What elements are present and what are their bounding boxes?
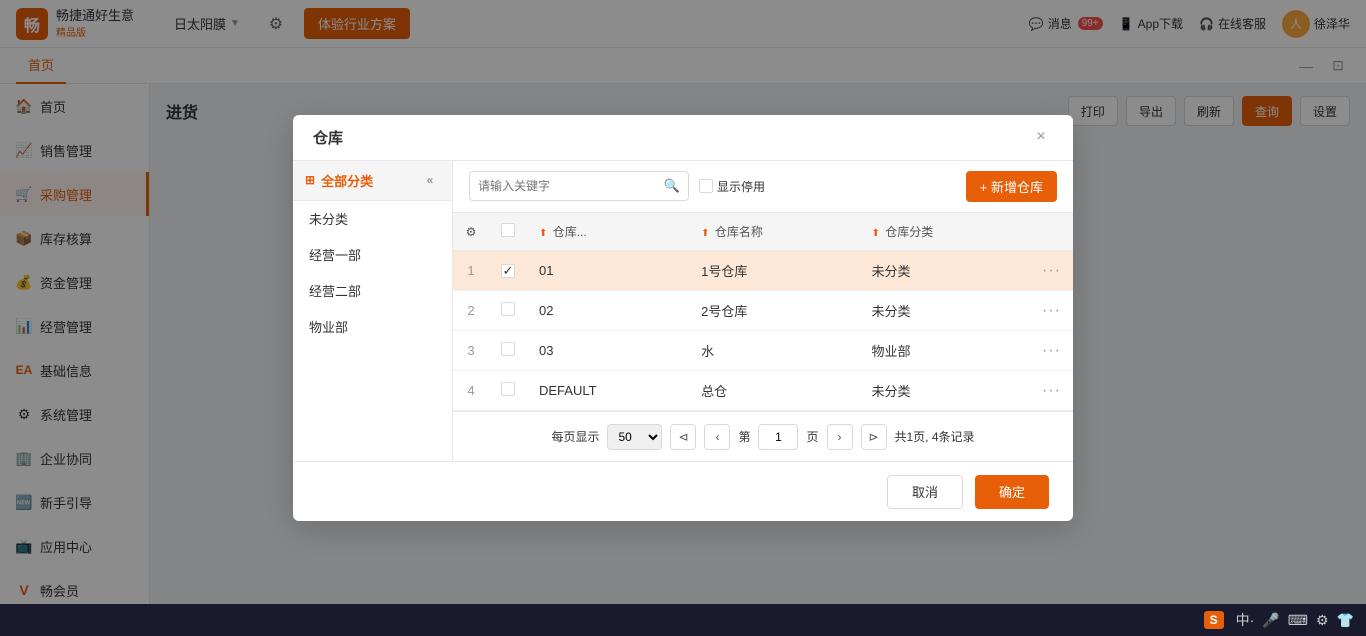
category-item-property[interactable]: 物业部 — [293, 309, 452, 345]
row-select-checkbox[interactable] — [501, 382, 515, 396]
last-page-button[interactable]: ⊳ — [861, 424, 887, 450]
row-number: 4 — [453, 371, 489, 411]
row-checkbox[interactable] — [489, 331, 527, 371]
row-name: 水 — [689, 331, 859, 371]
close-icon[interactable]: × — [1029, 125, 1053, 149]
category-all-label[interactable]: 全部分类 — [321, 171, 373, 190]
keyboard-icon[interactable]: ⌨ — [1288, 612, 1308, 629]
sort-icon-category: ⬆ — [872, 228, 880, 239]
confirm-button[interactable]: 确定 — [975, 475, 1049, 509]
more-icon[interactable]: ··· — [1042, 382, 1061, 399]
data-table: ⚙ ⬆ 仓库... ⬆ 仓库名称 — [453, 213, 1073, 412]
next-page-button[interactable]: › — [827, 424, 853, 450]
dialog-header: 仓库 × — [293, 115, 1073, 161]
category-panel: ⊞ 全部分类 « 未分类 经营一部 经营二部 物业部 — [293, 161, 453, 462]
bottom-label: 中· — [1236, 610, 1255, 630]
th-checkbox[interactable] — [489, 213, 527, 251]
row-more[interactable]: ··· — [1030, 371, 1073, 411]
row-code: 03 — [527, 331, 689, 371]
row-more[interactable]: ··· — [1030, 291, 1073, 331]
pagination-bar: 每页显示 50 100 200 ⊲ ‹ 第 页 › ⊳ 共1页, 4条记录 — [453, 411, 1073, 461]
category-item-unclassified[interactable]: 未分类 — [293, 201, 452, 237]
row-name: 1号仓库 — [689, 251, 859, 291]
search-input-wrap[interactable]: 🔍 — [469, 171, 689, 201]
show-disabled-label: 显示停用 — [717, 178, 765, 195]
row-select-checkbox[interactable] — [501, 342, 515, 356]
row-category: 未分类 — [860, 251, 1030, 291]
warehouse-dialog: 仓库 × ⊞ 全部分类 « 未分类 经营一部 经营二部 — [293, 115, 1073, 522]
table-panel: 🔍 显示停用 + 新增仓库 ⚙ — [453, 161, 1073, 462]
more-icon[interactable]: ··· — [1042, 302, 1061, 319]
dialog-overlay: 仓库 × ⊞ 全部分类 « 未分类 经营一部 经营二部 — [0, 0, 1366, 636]
row-number: 1 — [453, 251, 489, 291]
row-code: 02 — [527, 291, 689, 331]
th-settings: ⚙ — [453, 213, 489, 251]
more-icon[interactable]: ··· — [1042, 342, 1061, 359]
row-code: 01 — [527, 251, 689, 291]
more-icon[interactable]: ··· — [1042, 262, 1061, 279]
collapse-icon[interactable]: « — [420, 170, 440, 190]
show-disabled-checkbox[interactable] — [699, 179, 713, 193]
sort-icon: ⬆ — [539, 228, 547, 239]
table-row[interactable]: 3 03 水 物业部 ··· — [453, 331, 1073, 371]
row-select-checkbox[interactable] — [501, 302, 515, 316]
row-checkbox[interactable] — [489, 371, 527, 411]
row-category: 未分类 — [860, 371, 1030, 411]
prev-page-button[interactable]: ‹ — [704, 424, 730, 450]
select-all-checkbox[interactable] — [501, 223, 515, 237]
row-more[interactable]: ··· — [1030, 331, 1073, 371]
category-header: ⊞ 全部分类 « — [293, 161, 452, 201]
dialog-footer: 取消 确定 — [293, 461, 1073, 521]
microphone-icon[interactable]: 🎤 — [1262, 612, 1279, 629]
th-code[interactable]: ⬆ 仓库... — [527, 213, 689, 251]
row-number: 2 — [453, 291, 489, 331]
row-select-checkbox[interactable]: ✓ — [501, 264, 515, 278]
per-page-label: 每页显示 — [551, 428, 599, 445]
row-name: 总仓 — [689, 371, 859, 411]
row-category: 物业部 — [860, 331, 1030, 371]
page-input[interactable] — [758, 424, 798, 450]
row-checkbox[interactable] — [489, 291, 527, 331]
grid-icon: ⊞ — [305, 173, 315, 187]
show-disabled-wrap: 显示停用 — [699, 178, 765, 195]
row-checkbox[interactable]: ✓ — [489, 251, 527, 291]
total-label: 共1页, 4条记录 — [895, 428, 975, 445]
page-label: 第 — [738, 428, 750, 445]
row-number: 3 — [453, 331, 489, 371]
row-name: 2号仓库 — [689, 291, 859, 331]
page-unit: 页 — [806, 428, 818, 445]
dialog-body: ⊞ 全部分类 « 未分类 经营一部 经营二部 物业部 — [293, 161, 1073, 462]
dialog-title: 仓库 — [313, 127, 343, 148]
add-warehouse-button[interactable]: + 新增仓库 — [966, 171, 1057, 202]
table-row[interactable]: 4 DEFAULT 总仓 未分类 ··· — [453, 371, 1073, 411]
search-input[interactable] — [478, 179, 664, 193]
table-row[interactable]: 1 ✓ 01 1号仓库 未分类 ··· — [453, 251, 1073, 291]
bottom-bar: S 中· 🎤 ⌨ ⚙ 👕 — [0, 604, 1366, 636]
table-toolbar: 🔍 显示停用 + 新增仓库 — [453, 161, 1073, 213]
sort-icon-name: ⬆ — [701, 228, 709, 239]
th-name[interactable]: ⬆ 仓库名称 — [689, 213, 859, 251]
row-code: DEFAULT — [527, 371, 689, 411]
category-item-ops1[interactable]: 经营一部 — [293, 237, 452, 273]
category-item-ops2[interactable]: 经营二部 — [293, 273, 452, 309]
table-row[interactable]: 2 02 2号仓库 未分类 ··· — [453, 291, 1073, 331]
first-page-button[interactable]: ⊲ — [670, 424, 696, 450]
bottom-logo-icon: S — [1204, 611, 1224, 629]
shirt-icon: 👕 — [1337, 612, 1354, 629]
search-icon: 🔍 — [664, 178, 680, 194]
th-category[interactable]: ⬆ 仓库分类 — [860, 213, 1030, 251]
th-actions — [1030, 213, 1073, 251]
row-more[interactable]: ··· — [1030, 251, 1073, 291]
settings2-icon[interactable]: ⚙ — [1316, 612, 1329, 629]
cancel-button[interactable]: 取消 — [887, 475, 963, 509]
per-page-select[interactable]: 50 100 200 — [607, 424, 662, 450]
row-category: 未分类 — [860, 291, 1030, 331]
